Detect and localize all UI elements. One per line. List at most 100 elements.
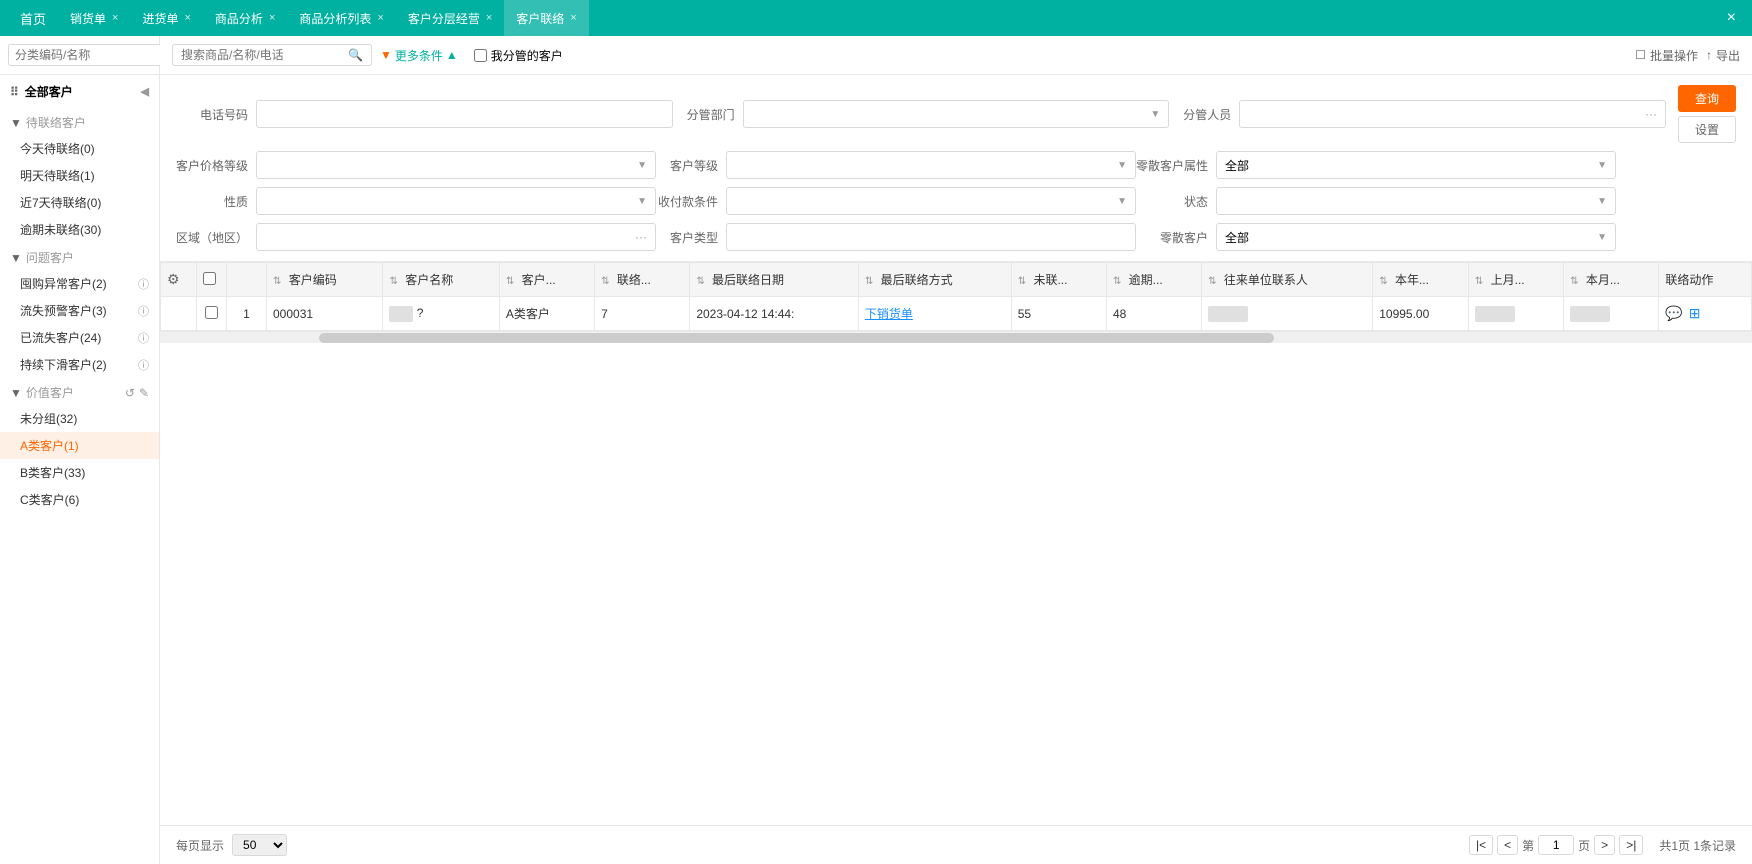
code-sort-icon[interactable]: ⇅ — [273, 276, 281, 287]
department-select[interactable]: ▼ — [743, 100, 1170, 128]
prev-page-button[interactable]: < — [1497, 835, 1518, 855]
last-contact-date-sort-icon[interactable]: ⇅ — [696, 276, 704, 287]
name-badge — [389, 306, 413, 322]
nav-tab-sales[interactable]: 销货单 × — [58, 0, 130, 36]
horizontal-scrollbar-thumb[interactable] — [319, 333, 1274, 343]
overdue-sort-icon[interactable]: ⇅ — [1113, 276, 1121, 287]
status-select[interactable]: ▼ — [1216, 187, 1616, 215]
sidebar-item-overdue[interactable]: 逾期未联络(30) — [0, 216, 159, 243]
page-input[interactable] — [1538, 835, 1574, 855]
filter-search-icon[interactable]: 🔍 — [348, 48, 363, 62]
comment-icon[interactable]: 💬 — [1665, 305, 1682, 322]
per-page-select[interactable]: 50 100 — [232, 834, 287, 856]
row-action-cell: 💬 ⊞ — [1659, 297, 1752, 331]
nav-tab-customer-segment[interactable]: 客户分层经营 × — [396, 0, 504, 36]
next-page-button[interactable]: > — [1594, 835, 1615, 855]
retail-attr-select[interactable]: 全部 ▼ — [1216, 151, 1616, 179]
first-page-button[interactable]: |< — [1469, 835, 1493, 855]
contact-method-link[interactable]: 下销货单 — [865, 307, 913, 321]
select-all-checkbox[interactable] — [203, 272, 216, 285]
customer-type-input[interactable] — [726, 223, 1136, 251]
manager-label: 分管人员 — [1169, 106, 1239, 123]
sidebar-item-today[interactable]: 今天待联络(0) — [0, 135, 159, 162]
sidebar-item-churned[interactable]: 已流失客户(24) ⓘ — [0, 324, 159, 351]
sidebar-item-declining[interactable]: 持续下滑客户(2) ⓘ — [0, 351, 159, 378]
close-tab-customer-contact[interactable]: × — [570, 12, 576, 24]
sidebar-item-hoard[interactable]: 囤购异常客户(2) ⓘ — [0, 270, 159, 297]
nav-close-button[interactable]: × — [1719, 9, 1744, 27]
nature-dropdown-icon: ▼ — [637, 196, 647, 207]
region-input[interactable]: ··· — [256, 223, 656, 251]
filter-price-level: 客户价格等级 ▼ — [176, 151, 656, 179]
export-button[interactable]: ↑ 导出 — [1706, 47, 1740, 64]
settings-button[interactable]: 设置 — [1678, 116, 1736, 143]
sidebar-item-class-c[interactable]: C类客户(6) — [0, 486, 159, 513]
last-page-button[interactable]: >| — [1619, 835, 1643, 855]
filter-more-button[interactable]: ▼ 更多条件 ▲ — [380, 47, 458, 64]
nature-select[interactable]: ▼ — [256, 187, 656, 215]
close-tab-purchase[interactable]: × — [184, 12, 190, 24]
query-button[interactable]: 查询 — [1678, 85, 1736, 112]
info-icon-churn-warning: ⓘ — [138, 303, 149, 319]
batch-operation-button[interactable]: ☐ 批量操作 — [1635, 47, 1698, 64]
filter-customer-level: 客户等级 ▼ — [656, 151, 1136, 179]
sidebar-item-churn-warning[interactable]: 流失预警客户(3) ⓘ — [0, 297, 159, 324]
filter-nature: 性质 ▼ — [176, 187, 656, 215]
customer-level-select[interactable]: ▼ — [726, 151, 1136, 179]
sidebar-search-input[interactable] — [8, 44, 177, 66]
sidebar-collapse-icon[interactable]: ◀ — [141, 85, 149, 98]
action-icons: 💬 ⊞ — [1665, 305, 1745, 322]
filter-search-input[interactable] — [181, 48, 348, 62]
sidebar-item-class-a[interactable]: A类客户(1) — [0, 432, 159, 459]
code-col-header: ⇅ 客户编码 — [267, 263, 383, 297]
my-customers-checkbox[interactable] — [474, 49, 487, 62]
sidebar-item-7days[interactable]: 近7天待联络(0) — [0, 189, 159, 216]
retail-customer-label: 零散客户 — [1136, 229, 1216, 246]
sidebar-search-area: 🔍 — [0, 36, 159, 75]
last-contact-method-sort-icon[interactable]: ⇅ — [865, 276, 873, 287]
last-month-sort-icon[interactable]: ⇅ — [1475, 276, 1483, 287]
nav-home[interactable]: 首页 — [8, 0, 58, 36]
nav-tab-customer-contact[interactable]: 客户联络 × — [504, 0, 588, 36]
close-tab-sales[interactable]: × — [112, 12, 118, 24]
contact-count-sort-icon[interactable]: ⇅ — [601, 276, 609, 287]
unit-contact-sort-icon[interactable]: ⇅ — [1208, 276, 1216, 287]
nav-tab-product-analysis[interactable]: 商品分析 × — [203, 0, 287, 36]
close-tab-product-list[interactable]: × — [377, 12, 383, 24]
payment-select[interactable]: ▼ — [726, 187, 1136, 215]
row-checkbox-cell — [197, 297, 227, 331]
retail-customer-select[interactable]: 全部 ▼ — [1216, 223, 1616, 251]
row-this-year-cell: 10995.00 — [1373, 297, 1469, 331]
unit-contact-badge — [1208, 306, 1248, 322]
row-checkbox[interactable] — [205, 306, 218, 319]
my-customers-filter: 我分管的客户 — [474, 47, 563, 64]
region-dots-icon: ··· — [635, 230, 647, 244]
sidebar-item-unclassified[interactable]: 未分组(32) — [0, 405, 159, 432]
table-footer: 每页显示 50 100 |< < 第 页 > >| 共1页 1条记录 — [160, 825, 1752, 864]
phone-input[interactable] — [256, 100, 673, 128]
table-settings-icon[interactable]: ⚙ — [167, 271, 180, 287]
settings-col-header[interactable]: ⚙ — [161, 263, 197, 297]
sidebar-item-class-b[interactable]: B类客户(33) — [0, 459, 159, 486]
price-level-select[interactable]: ▼ — [256, 151, 656, 179]
qr-icon[interactable]: ⊞ — [1689, 305, 1701, 322]
edit-icon[interactable]: ✎ — [139, 386, 149, 400]
row-num-cell: 1 — [227, 297, 267, 331]
this-month-badge — [1570, 306, 1610, 322]
this-month-sort-icon[interactable]: ⇅ — [1570, 276, 1578, 287]
this-year-sort-icon[interactable]: ⇅ — [1379, 276, 1387, 287]
checkbox-col-header — [197, 263, 227, 297]
row-last-contact-method-cell: 下销货单 — [858, 297, 1011, 331]
nav-tab-purchase[interactable]: 进货单 × — [130, 0, 202, 36]
sidebar-all-customers[interactable]: ⠿ 全部客户 ◀ — [0, 75, 159, 108]
action-col-header: 联络动作 — [1659, 263, 1752, 297]
manager-select[interactable]: ··· — [1239, 100, 1666, 128]
close-tab-product-analysis[interactable]: × — [269, 12, 275, 24]
refresh-icon[interactable]: ↺ — [125, 386, 135, 400]
nav-tab-product-list[interactable]: 商品分析列表 × — [287, 0, 395, 36]
name-sort-icon[interactable]: ⇅ — [389, 276, 397, 287]
no-contact-sort-icon[interactable]: ⇅ — [1018, 276, 1026, 287]
close-tab-customer-segment[interactable]: × — [486, 12, 492, 24]
sidebar-item-tomorrow[interactable]: 明天待联络(1) — [0, 162, 159, 189]
type-sort-icon[interactable]: ⇅ — [506, 276, 514, 287]
